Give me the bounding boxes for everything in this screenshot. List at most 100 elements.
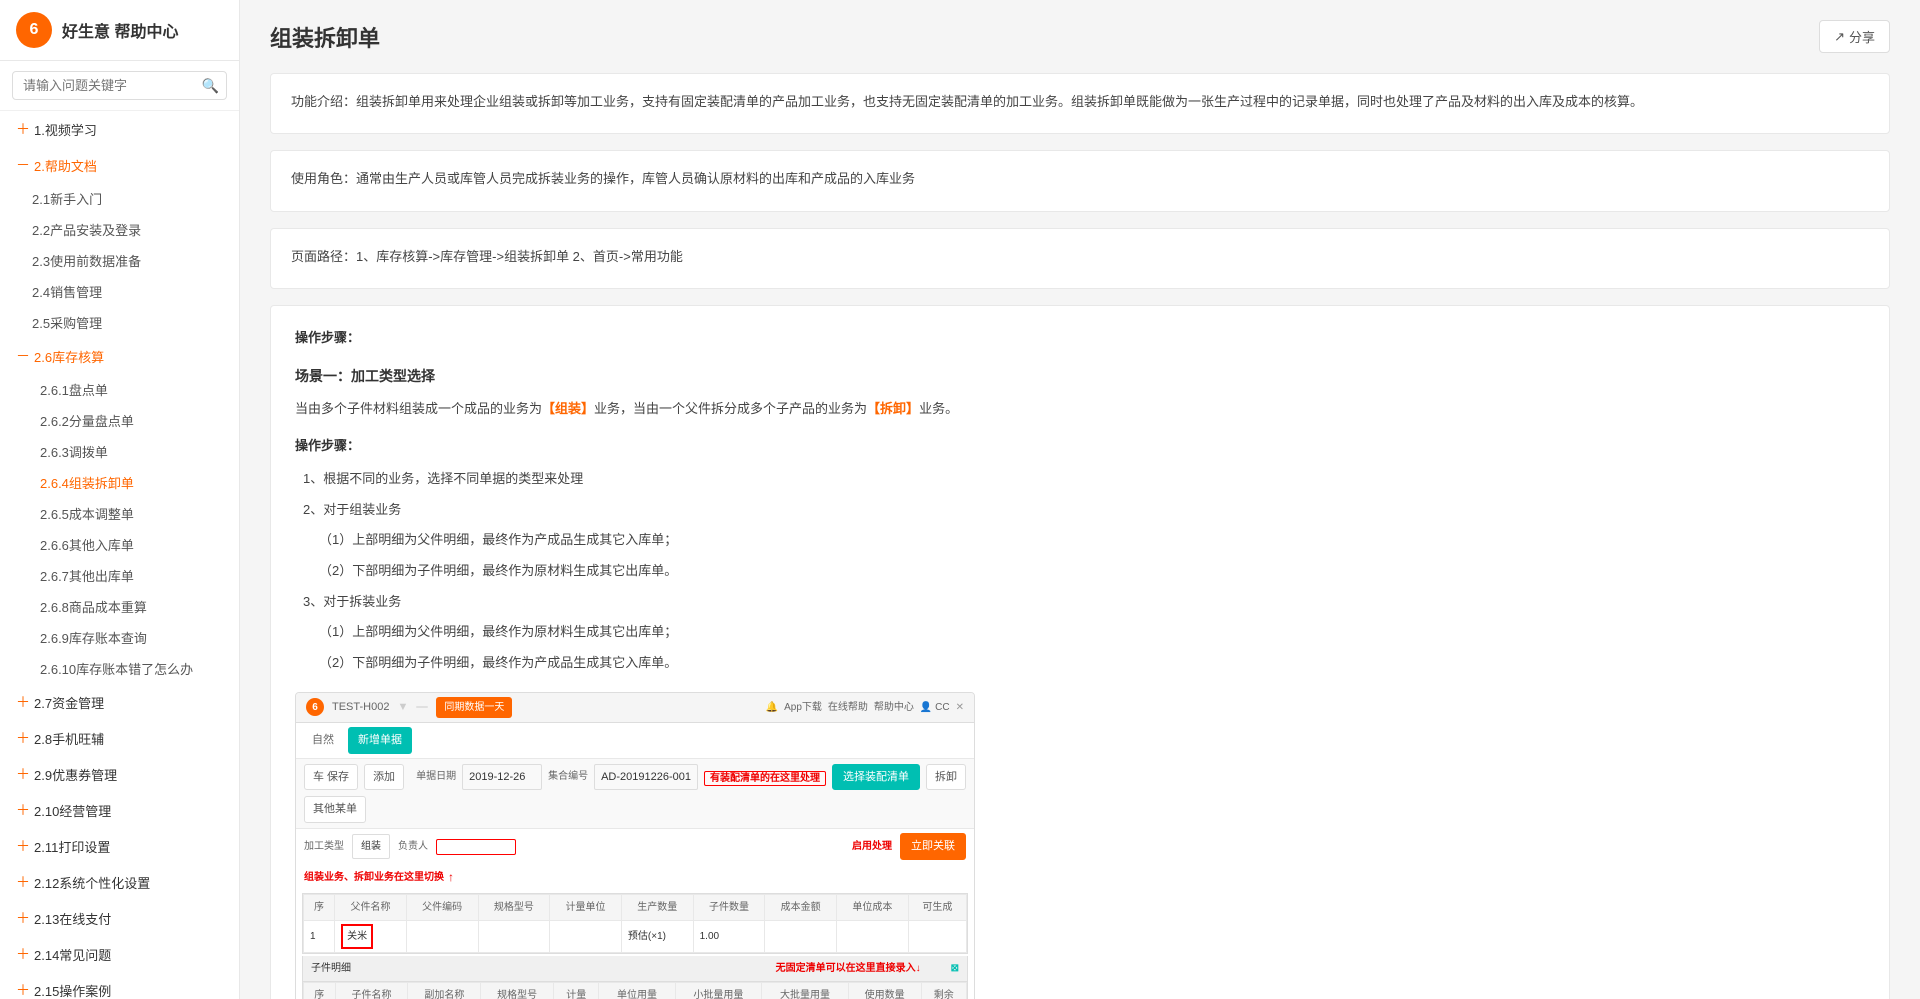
sidebar-item-2-6-1[interactable]: 2.6.1盘点单: [0, 374, 239, 405]
mockup-expand-icon[interactable]: ⊠: [951, 959, 959, 978]
sidebar-item-2-6-7[interactable]: 2.6.7其他出库单: [0, 560, 239, 591]
mockup-th: 剩余: [921, 983, 966, 999]
minus-icon: －: [16, 346, 30, 366]
mockup-th: 序: [304, 895, 335, 921]
mockup-tab-ziran[interactable]: 自然: [304, 727, 342, 754]
sidebar-item-faq[interactable]: ＋ 2.14常见问题: [0, 936, 239, 972]
mockup-header-right: 🔔 App下载 在线帮助 帮助中心 👤 CC ✕: [766, 698, 964, 717]
search-input[interactable]: [12, 71, 227, 100]
step1: 1、根据不同的业务，选择不同单据的类型来处理: [295, 467, 1865, 492]
mockup-nav: 自然 新增单据: [296, 723, 974, 759]
table-cell: 关米: [335, 921, 407, 953]
sidebar-item-label: 2.9优惠券管理: [34, 765, 117, 784]
sidebar-sub-label: 2.1新手入门: [32, 192, 102, 207]
sidebar-item-data-prep[interactable]: 2.3使用前数据准备: [0, 245, 239, 276]
sidebar-item-cases[interactable]: ＋ 2.15操作案例: [0, 972, 239, 999]
sidebar-item-2-6-9[interactable]: 2.6.9库存账本查询: [0, 622, 239, 653]
plus-icon: ＋: [16, 944, 30, 964]
mockup-th: 计量: [554, 983, 599, 999]
sidebar-item-finance[interactable]: ＋ 2.7资金管理: [0, 684, 239, 720]
mockup-th: 规格型号: [478, 895, 550, 921]
steps-intro: 操作步骤：: [295, 434, 1865, 459]
sidebar-sub-label: 2.4销售管理: [32, 285, 102, 300]
main-content: 组装拆卸单 ↗ 分享 功能介绍：组装拆卸单用来处理企业组装或拆卸等加工业务，支持…: [240, 0, 1920, 999]
mockup-field-num-value: AD-20191226-001: [594, 764, 698, 791]
sidebar-item-mobile[interactable]: ＋ 2.8手机旺辅: [0, 720, 239, 756]
mockup-btn-save[interactable]: 车 保存: [304, 764, 358, 791]
sidebar-item-docs[interactable]: － 2.帮助文档: [0, 147, 239, 183]
zuzhuang-link: 【组装】: [542, 401, 594, 416]
mockup-company-input[interactable]: [436, 839, 516, 855]
sidebar-item-customize[interactable]: ＋ 2.12系统个性化设置: [0, 864, 239, 900]
mockup-th: 子件名称: [335, 983, 408, 999]
sidebar-item-2-6-4[interactable]: 2.6.4组装拆卸单: [0, 467, 239, 498]
sidebar-item-2-6-10[interactable]: 2.6.10库存账本错了怎么办: [0, 653, 239, 684]
mockup-titlebar: 6 TEST-H002 ▼ 同期数据一天 🔔 App下载 在线帮助 帮助中心 👤…: [296, 693, 974, 723]
scenario-title: 场景一：加工类型选择: [295, 363, 1865, 390]
sidebar-item-sales[interactable]: 2.4销售管理: [0, 276, 239, 307]
mockup-icon-user: 帮助中心: [874, 698, 914, 717]
search-box[interactable]: 🔍: [0, 61, 239, 111]
sidebar-sub-label: 2.5采购管理: [32, 316, 102, 331]
mockup-company-label: 负责人: [398, 837, 428, 856]
sidebar-item-2-6-3[interactable]: 2.6.3调拨单: [0, 436, 239, 467]
mockup-annotation4-row: 组装业务、拆卸业务在这里切换 ↑: [296, 864, 974, 891]
sidebar-item-newbie[interactable]: 2.1新手入门: [0, 183, 239, 214]
table-cell: [908, 921, 966, 953]
plus-icon: ＋: [16, 119, 30, 139]
sidebar-header: 6 好生意 帮助中心: [0, 0, 239, 61]
sidebar-item-label: 2.11打印设置: [34, 837, 110, 856]
mockup-btn-extra[interactable]: 拆卸: [926, 764, 966, 791]
sidebar-item-label: 1.视频学习: [34, 120, 97, 139]
sidebar-item-video[interactable]: ＋ 1.视频学习: [0, 111, 239, 147]
mockup-field-date-label: 单据日期: [416, 767, 456, 786]
mockup-icon-help: 在线帮助: [828, 698, 868, 717]
mockup-annotation3: 启用处理: [852, 837, 892, 856]
mockup-th: 使用数量: [848, 983, 921, 999]
minus-icon: －: [16, 155, 30, 175]
mockup-tab-new[interactable]: 新增单据: [348, 727, 412, 754]
mockup-type-label: 加工类型: [304, 837, 344, 856]
sidebar-item-2-6-2[interactable]: 2.6.2分量盘点单: [0, 405, 239, 436]
share-button[interactable]: ↗ 分享: [1819, 20, 1890, 53]
sidebar: 6 好生意 帮助中心 🔍 ＋ 1.视频学习 － 2.帮助文档 2.1新手入门 2…: [0, 0, 240, 999]
screenshot-mockup: 6 TEST-H002 ▼ 同期数据一天 🔔 App下载 在线帮助 帮助中心 👤…: [295, 692, 975, 999]
sidebar-item-2-6-8[interactable]: 2.6.8商品成本重算: [0, 591, 239, 622]
sidebar-item-purchase[interactable]: 2.5采购管理: [0, 307, 239, 338]
sidebar-item-2-6-5[interactable]: 2.6.5成本调整单: [0, 498, 239, 529]
mockup-type-value[interactable]: 组装: [352, 834, 390, 859]
sidebar-item-2-6-6[interactable]: 2.6.6其他入库单: [0, 529, 239, 560]
sidebar-item-coupon[interactable]: ＋ 2.9优惠券管理: [0, 756, 239, 792]
mockup-lower-title: 子件明细: [311, 959, 351, 978]
sidebar-item-inventory[interactable]: － 2.6库存核算: [0, 338, 239, 374]
mockup-btn-add[interactable]: 添加: [364, 764, 404, 791]
mockup-toolbar: 车 保存 添加 单据日期 2019-12-26 集合编号 AD-20191226…: [296, 759, 974, 830]
path-text: 页面路径：1、库存核算->库存管理->组装拆卸单 2、首页->常用功能: [291, 245, 1869, 268]
sidebar-sub-label: 2.2产品安装及登录: [32, 223, 141, 238]
mockup-title-text: TEST-H002: [332, 697, 389, 718]
mockup-icon-avatar: 👤 CC: [920, 698, 950, 717]
mockup-type-row: 加工类型 组装 负责人 启用处理 立即关联: [296, 829, 974, 864]
mockup-btn-enable[interactable]: 立即关联: [900, 833, 966, 860]
plus-icon: ＋: [16, 872, 30, 892]
sidebar-item-payment[interactable]: ＋ 2.13在线支付: [0, 900, 239, 936]
sidebar-item-print[interactable]: ＋ 2.11打印设置: [0, 828, 239, 864]
chaiqie-link: 【拆卸】: [867, 401, 919, 416]
mockup-btn-choose-bom[interactable]: 选择装配清单: [832, 764, 920, 791]
mockup-close-icon[interactable]: ✕: [956, 698, 964, 717]
mockup-btn-extra2[interactable]: 其他某单: [304, 796, 366, 823]
mockup-th: 父件名称: [335, 895, 407, 921]
sidebar-item-mgmt[interactable]: ＋ 2.10经营管理: [0, 792, 239, 828]
role-card: 使用角色：通常由生产人员或库管人员完成拆装业务的操作，库管人员确认原材料的出库和…: [270, 150, 1890, 211]
mockup-th: 可生成: [908, 895, 966, 921]
sidebar-item-install[interactable]: 2.2产品安装及登录: [0, 214, 239, 245]
mockup-annotation-wrapper: 有装配清单的在这里处理: [704, 765, 826, 790]
intro-text: 功能介绍：组装拆卸单用来处理企业组装或拆卸等加工业务，支持有固定装配清单的产品加…: [291, 90, 1869, 113]
plus-icon: ＋: [16, 800, 30, 820]
mockup-th: 序: [304, 983, 336, 999]
intro-card: 功能介绍：组装拆卸单用来处理企业组装或拆卸等加工业务，支持有固定装配清单的产品加…: [270, 73, 1890, 134]
app-name: 好生意 帮助中心: [62, 18, 178, 42]
table-cell: 1.00: [693, 921, 765, 953]
mockup-sync-btn: [416, 706, 428, 708]
role-text: 使用角色：通常由生产人员或库管人员完成拆装业务的操作，库管人员确认原材料的出库和…: [291, 167, 1869, 190]
